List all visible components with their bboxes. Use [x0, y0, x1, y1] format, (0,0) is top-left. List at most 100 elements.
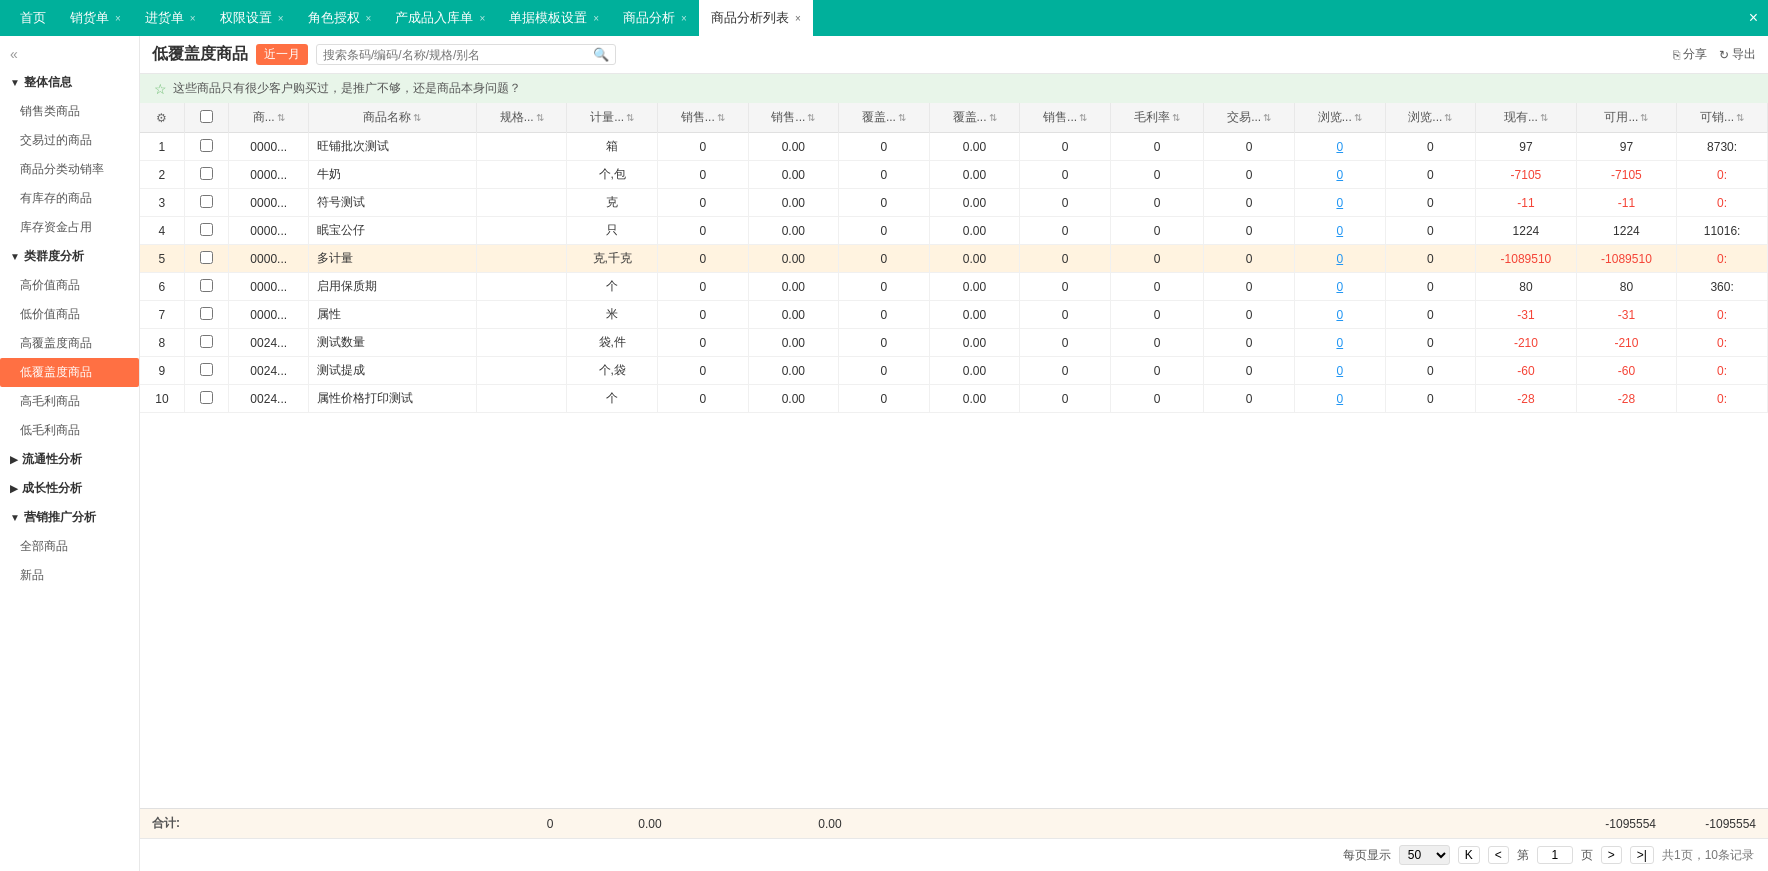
sidebar-item-category-rate[interactable]: 商品分类动销率	[0, 155, 139, 184]
row-checkbox-input[interactable]	[200, 195, 213, 208]
row-browse1[interactable]: 0	[1295, 357, 1386, 385]
sidebar-collapse-btn[interactable]: «	[10, 46, 18, 62]
row-checkbox-input[interactable]	[200, 279, 213, 292]
sidebar-item-low-coverage[interactable]: 低覆盖度商品	[0, 358, 139, 387]
sidebar-item-high-coverage[interactable]: 高覆盖度商品	[0, 329, 139, 358]
row-browse1[interactable]: 0	[1295, 385, 1386, 413]
nav-tab-purchase[interactable]: 进货单 ×	[133, 0, 208, 36]
row-browse1[interactable]: 0	[1295, 273, 1386, 301]
page-number-input[interactable]	[1537, 846, 1573, 864]
close-template-tab[interactable]: ×	[593, 13, 599, 24]
nav-tab-product-analysis-list[interactable]: 商品分析列表 ×	[699, 0, 813, 36]
row-unit: 个	[567, 273, 658, 301]
th-browse2[interactable]: 浏览...⇅	[1385, 103, 1476, 133]
th-sales1[interactable]: 销售...⇅	[658, 103, 749, 133]
th-name[interactable]: 商品名称⇅	[309, 103, 477, 133]
row-checkbox[interactable]	[184, 161, 229, 189]
row-checkbox[interactable]	[184, 329, 229, 357]
row-spec	[476, 273, 567, 301]
next-page-btn[interactable]: >	[1601, 846, 1622, 864]
sidebar-item-all-products[interactable]: 全部商品	[0, 532, 139, 561]
row-checkbox[interactable]	[184, 273, 229, 301]
th-trade[interactable]: 交易...⇅	[1204, 103, 1295, 133]
th-unit[interactable]: 计量...⇅	[567, 103, 658, 133]
close-product-analysis-list-tab[interactable]: ×	[795, 13, 801, 24]
row-browse1[interactable]: 0	[1295, 245, 1386, 273]
close-product-analysis-tab[interactable]: ×	[681, 13, 687, 24]
close-purchase-tab[interactable]: ×	[190, 13, 196, 24]
close-permissions-tab[interactable]: ×	[278, 13, 284, 24]
sidebar-item-traded-products[interactable]: 交易过的商品	[0, 126, 139, 155]
nav-tab-permissions[interactable]: 权限设置 ×	[208, 0, 296, 36]
row-checkbox[interactable]	[184, 301, 229, 329]
nav-tab-roles[interactable]: 角色授权 ×	[296, 0, 384, 36]
row-checkbox-input[interactable]	[200, 335, 213, 348]
last-page-btn[interactable]: >|	[1630, 846, 1654, 864]
row-browse1[interactable]: 0	[1295, 189, 1386, 217]
row-browse1[interactable]: 0	[1295, 329, 1386, 357]
sidebar-section-cluster[interactable]: ▼ 类群度分析	[0, 242, 139, 271]
row-checkbox[interactable]	[184, 133, 229, 161]
nav-tab-home[interactable]: 首页	[8, 0, 58, 36]
sidebar-item-new-products[interactable]: 新品	[0, 561, 139, 590]
total-info: 共1页，10条记录	[1662, 847, 1754, 864]
th-sales2[interactable]: 销售...⇅	[748, 103, 839, 133]
sidebar-item-low-margin[interactable]: 低毛利商品	[0, 416, 139, 445]
sidebar-item-high-value[interactable]: 高价值商品	[0, 271, 139, 300]
row-checkbox-input[interactable]	[200, 307, 213, 320]
th-spec[interactable]: 规格...⇅	[476, 103, 567, 133]
close-roles-tab[interactable]: ×	[366, 13, 372, 24]
th-coverage1[interactable]: 覆盖...⇅	[839, 103, 930, 133]
close-sales-tab[interactable]: ×	[115, 13, 121, 24]
sidebar-item-low-value[interactable]: 低价值商品	[0, 300, 139, 329]
row-checkbox-input[interactable]	[200, 363, 213, 376]
nav-tab-template[interactable]: 单据模板设置 ×	[497, 0, 611, 36]
th-code[interactable]: 商...⇅	[229, 103, 309, 133]
nav-tab-sales[interactable]: 销货单 ×	[58, 0, 133, 36]
sidebar-item-high-margin[interactable]: 高毛利商品	[0, 387, 139, 416]
row-checkbox-input[interactable]	[200, 167, 213, 180]
select-all-checkbox[interactable]	[200, 110, 213, 123]
row-checkbox-input[interactable]	[200, 139, 213, 152]
sidebar-item-sales-products[interactable]: 销售类商品	[0, 97, 139, 126]
row-sales2: 0.00	[748, 189, 839, 217]
prev-page-btn[interactable]: <	[1488, 846, 1509, 864]
row-checkbox[interactable]	[184, 385, 229, 413]
search-input[interactable]	[323, 48, 593, 62]
close-product-inbound-tab[interactable]: ×	[479, 13, 485, 24]
sidebar-section-marketing[interactable]: ▼ 营销推广分析	[0, 503, 139, 532]
nav-tab-product-inbound[interactable]: 产成品入库单 ×	[383, 0, 497, 36]
row-checkbox[interactable]	[184, 189, 229, 217]
row-checkbox[interactable]	[184, 357, 229, 385]
row-checkbox-input[interactable]	[200, 223, 213, 236]
th-coverage2[interactable]: 覆盖...⇅	[929, 103, 1020, 133]
export-button[interactable]: ↻ 导出	[1719, 46, 1756, 63]
sidebar-section-liquidity[interactable]: ▶ 流通性分析	[0, 445, 139, 474]
sidebar-item-stock-products[interactable]: 有库存的商品	[0, 184, 139, 213]
row-browse1[interactable]: 0	[1295, 217, 1386, 245]
window-close-button[interactable]: ×	[1749, 9, 1758, 27]
row-browse1[interactable]: 0	[1295, 301, 1386, 329]
th-sellable[interactable]: 可销...⇅	[1677, 103, 1768, 133]
share-button[interactable]: ⎘ 分享	[1673, 46, 1707, 63]
first-page-btn[interactable]: K	[1458, 846, 1480, 864]
row-checkbox-input[interactable]	[200, 251, 213, 264]
sidebar-section-growth[interactable]: ▶ 成长性分析	[0, 474, 139, 503]
row-checkbox-input[interactable]	[200, 391, 213, 404]
row-checkbox[interactable]	[184, 245, 229, 273]
row-checkbox[interactable]	[184, 217, 229, 245]
sidebar-section-overall[interactable]: ▼ 整体信息	[0, 68, 139, 97]
row-name: 属性	[309, 301, 477, 329]
nav-tab-product-analysis[interactable]: 商品分析 ×	[611, 0, 699, 36]
th-browse1[interactable]: 浏览...⇅	[1295, 103, 1386, 133]
th-available[interactable]: 可用...⇅	[1576, 103, 1677, 133]
sidebar-item-stock-capital[interactable]: 库存资金占用	[0, 213, 139, 242]
row-browse1[interactable]: 0	[1295, 161, 1386, 189]
th-settings[interactable]: ⚙	[140, 103, 184, 133]
time-filter-button[interactable]: 近一月	[256, 44, 308, 65]
row-browse1[interactable]: 0	[1295, 133, 1386, 161]
page-size-dropdown[interactable]: 50 100 200	[1399, 845, 1450, 865]
th-margin[interactable]: 毛利率⇅	[1110, 103, 1204, 133]
th-sales3[interactable]: 销售...⇅	[1020, 103, 1111, 133]
th-current[interactable]: 现有...⇅	[1476, 103, 1577, 133]
